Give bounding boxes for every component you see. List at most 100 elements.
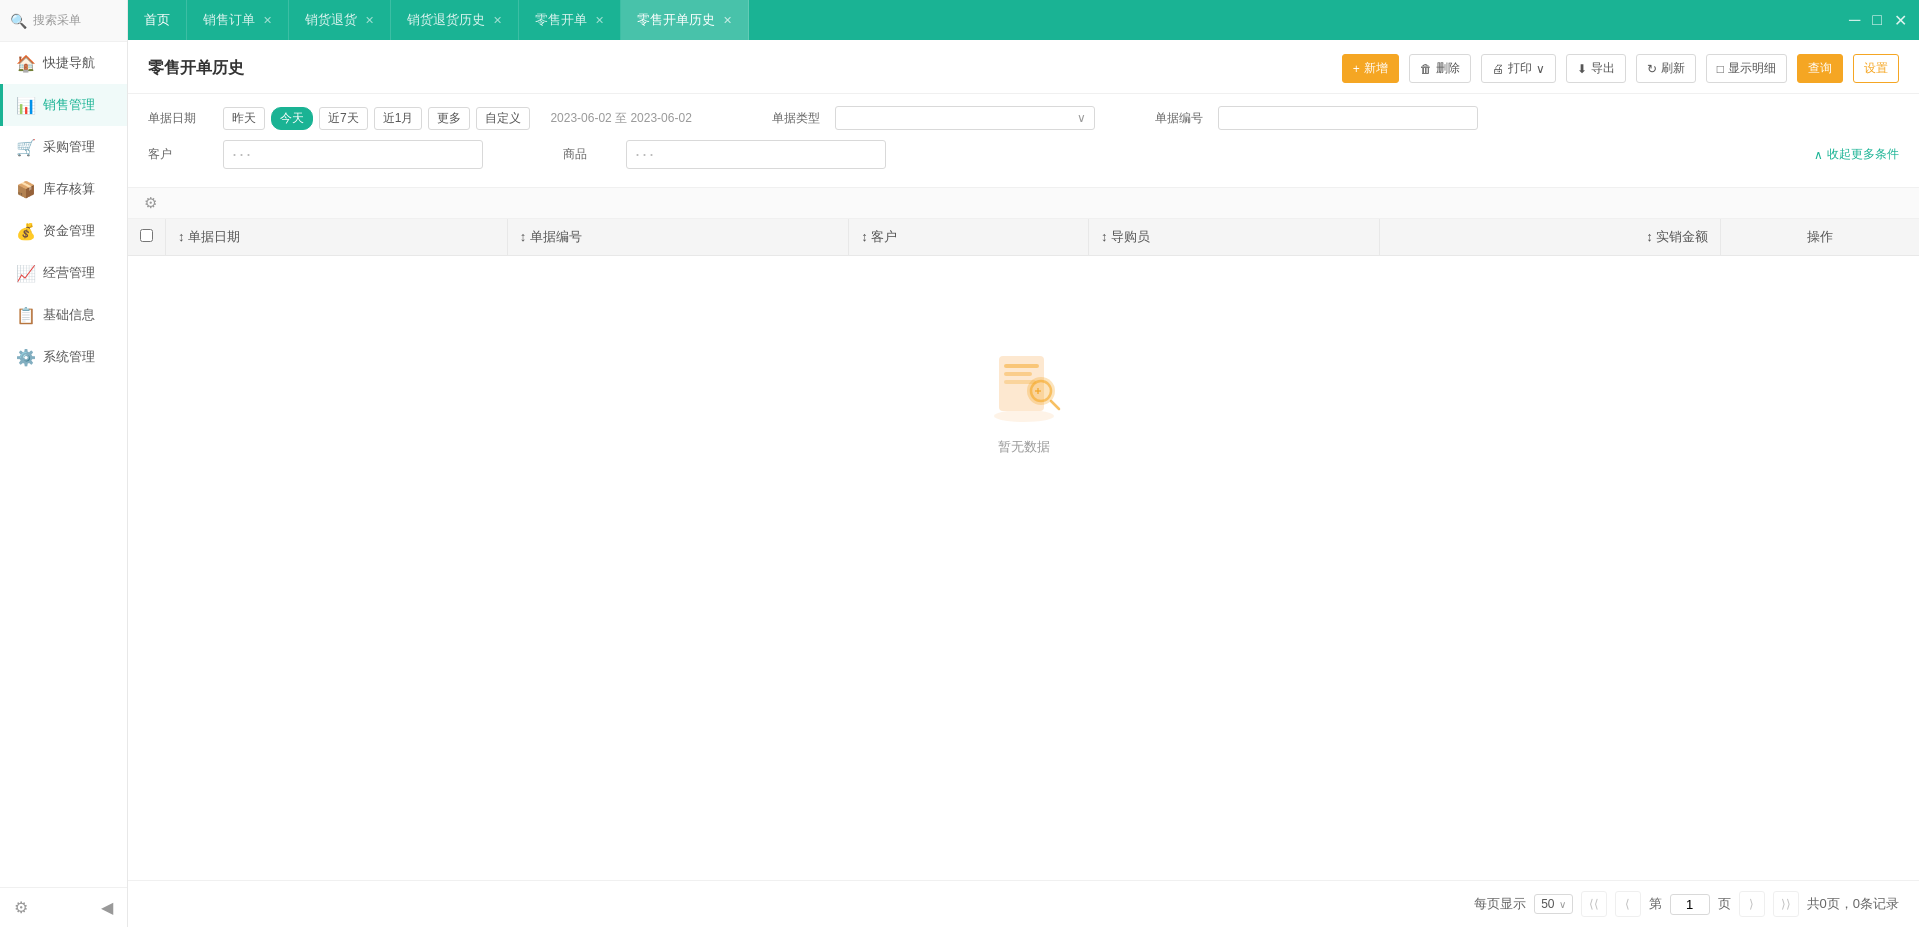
minimize-button[interactable]: ─ — [1849, 11, 1860, 29]
date-btn-yesterday[interactable]: 昨天 — [223, 107, 265, 130]
export-icon: ⬇ — [1577, 62, 1587, 76]
sidebar-item-label: 采购管理 — [43, 138, 95, 156]
tab-home[interactable]: 首页 — [128, 0, 187, 40]
sidebar-item-finance[interactable]: 💰 资金管理 — [0, 210, 127, 252]
th-amount[interactable]: ↕ 实销金额 — [1379, 219, 1721, 256]
th-no[interactable]: ↕ 单据编号 — [507, 219, 849, 256]
tab-label: 销货退货历史 — [407, 11, 485, 29]
display-detail-button[interactable]: □ 显示明细 — [1706, 54, 1787, 83]
last-page-button[interactable]: ⟩⟩ — [1773, 891, 1799, 917]
tab-sales-order[interactable]: 销售订单✕ — [187, 0, 289, 40]
display-label: 显示明细 — [1728, 60, 1776, 77]
sidebar-item-label: 快捷导航 — [43, 54, 95, 72]
tab-close-sales-order[interactable]: ✕ — [263, 14, 272, 27]
sidebar-item-sales-mgmt[interactable]: 📊 销售管理 — [0, 84, 127, 126]
tab-retail-open-history[interactable]: 零售开单历史✕ — [621, 0, 749, 40]
refresh-icon: ↻ — [1647, 62, 1657, 76]
sidebar-item-quick-nav[interactable]: 🏠 快捷导航 — [0, 42, 127, 84]
empty-text: 暂无数据 — [998, 438, 1050, 456]
sidebar-item-purchase-mgmt[interactable]: 🛒 采购管理 — [0, 126, 127, 168]
refresh-button[interactable]: ↻ 刷新 — [1636, 54, 1696, 83]
tab-sales-return[interactable]: 销货退货 ✕ — [289, 0, 391, 40]
print-arrow-icon: ∨ — [1536, 62, 1545, 76]
prev-page-button[interactable]: ⟨ — [1615, 891, 1641, 917]
refresh-label: 刷新 — [1661, 60, 1685, 77]
date-btn-today[interactable]: 今天 — [271, 107, 313, 130]
sidebar-item-label: 系统管理 — [43, 348, 95, 366]
basic-info-icon: 📋 — [17, 306, 35, 324]
date-btn-more[interactable]: 更多 — [428, 107, 470, 130]
table-wrapper: ⚙ ↕ 单据日期 ↕ 单据编号 ↕ — [128, 188, 1919, 880]
sidebar-item-operations[interactable]: 📈 经营管理 — [0, 252, 127, 294]
print-label: 打印 — [1508, 60, 1532, 77]
table-toolbar: ⚙ — [128, 188, 1919, 219]
sidebar-item-inventory[interactable]: 📦 库存核算 — [0, 168, 127, 210]
date-filter-buttons: 昨天今天近7天近1月更多自定义 — [223, 107, 530, 130]
export-label: 导出 — [1591, 60, 1615, 77]
pagination: 每页显示 50 ∨ ⟨⟨ ⟨ 第 页 ⟩ ⟩⟩ 共0页，0条记录 — [128, 880, 1919, 927]
sidebar-item-sys-mgmt[interactable]: ⚙️ 系统管理 — [0, 336, 127, 378]
tab-close-retail-open-history[interactable]: ✕ — [723, 14, 732, 27]
tab-label: 销货退货 — [305, 11, 357, 29]
svg-point-0 — [994, 410, 1054, 422]
next-page-button[interactable]: ⟩ — [1739, 891, 1765, 917]
main-area: 首页销售订单✕销货退货✕销货退货历史✕零售开单✕零售开单历史✕ ─ □ ✕ 零售… — [128, 0, 1919, 927]
tab-sales-return-history[interactable]: 销货退货历史 ✕ — [391, 0, 519, 40]
settings-footer-icon[interactable]: ⚙ — [14, 898, 28, 917]
tab-close-sales-return-history[interactable]: ✕ — [493, 14, 502, 27]
tab-close-retail-open[interactable]: ✕ — [595, 14, 604, 27]
th-date[interactable]: ↕ 单据日期 — [166, 219, 508, 256]
collapse-label: 收起更多条件 — [1827, 146, 1899, 163]
customer-input-dots[interactable]: ··· — [232, 144, 253, 165]
sidebar-item-basic-info[interactable]: 📋 基础信息 — [0, 294, 127, 336]
customer-filter-label: 客户 — [148, 146, 203, 163]
total-label: 共0页，0条记录 — [1807, 895, 1899, 913]
delete-button[interactable]: 🗑 删除 — [1409, 54, 1471, 83]
date-filter-label: 单据日期 — [148, 110, 203, 127]
page-size-select[interactable]: 50 ∨ — [1534, 894, 1572, 914]
maximize-button[interactable]: □ — [1872, 11, 1882, 29]
sys-mgmt-icon: ⚙️ — [17, 348, 35, 366]
th-no-label: ↕ 单据编号 — [520, 229, 582, 244]
search-icon: 🔍 — [10, 13, 27, 29]
query-button[interactable]: 查询 — [1797, 54, 1843, 83]
settings-button[interactable]: 设置 — [1853, 54, 1899, 83]
doc-type-select[interactable]: ∨ — [835, 106, 1095, 130]
checkbox-icon: □ — [1717, 62, 1724, 76]
th-customer[interactable]: ↕ 客户 — [849, 219, 1089, 256]
tab-retail-open[interactable]: 零售开单✕ — [519, 0, 621, 40]
date-btn-custom[interactable]: 自定义 — [476, 107, 530, 130]
inventory-icon: 📦 — [17, 180, 35, 198]
doc-type-label: 单据类型 — [772, 110, 827, 127]
select-all-checkbox[interactable] — [140, 229, 153, 242]
sales-mgmt-icon: 📊 — [17, 96, 35, 114]
page-number-input[interactable] — [1670, 894, 1710, 915]
tab-close-sales-return[interactable]: ✕ — [365, 14, 374, 27]
th-action-label: 操作 — [1807, 229, 1833, 244]
th-salesperson[interactable]: ↕ 导购员 — [1089, 219, 1380, 256]
sidebar: 🔍 搜索采单 🏠 快捷导航 📊 销售管理 🛒 采购管理 📦 库存核算 💰 资金管… — [0, 0, 128, 927]
first-page-button[interactable]: ⟨⟨ — [1581, 891, 1607, 917]
add-button[interactable]: + 新增 — [1342, 54, 1399, 83]
date-btn-last1m[interactable]: 近1月 — [374, 107, 423, 130]
table-settings-icon[interactable]: ⚙ — [144, 194, 157, 212]
th-date-label: ↕ 单据日期 — [178, 229, 240, 244]
finance-icon: 💰 — [17, 222, 35, 240]
page-size-label: 每页显示 — [1474, 895, 1526, 913]
doc-no-input[interactable] — [1218, 106, 1478, 130]
page-suffix: 页 — [1718, 895, 1731, 913]
print-button[interactable]: 🖨 打印 ∨ — [1481, 54, 1556, 83]
print-icon: 🖨 — [1492, 62, 1504, 76]
goods-input-dots[interactable]: ··· — [635, 144, 656, 165]
tab-label: 首页 — [144, 11, 170, 29]
data-table: ↕ 单据日期 ↕ 单据编号 ↕ 客户 ↕ 导购员 ↕ 实销金额 — [128, 219, 1919, 256]
purchase-mgmt-icon: 🛒 — [17, 138, 35, 156]
date-btn-last7[interactable]: 近7天 — [319, 107, 368, 130]
export-button[interactable]: ⬇ 导出 — [1566, 54, 1626, 83]
sidebar-search[interactable]: 🔍 搜索采单 — [0, 0, 127, 42]
close-button[interactable]: ✕ — [1894, 11, 1907, 30]
collapse-sidebar-icon[interactable]: ◀ — [101, 898, 113, 917]
svg-line-7 — [1051, 401, 1059, 409]
sidebar-item-label: 库存核算 — [43, 180, 95, 198]
collapse-filter-button[interactable]: ∧ 收起更多条件 — [1814, 142, 1899, 167]
